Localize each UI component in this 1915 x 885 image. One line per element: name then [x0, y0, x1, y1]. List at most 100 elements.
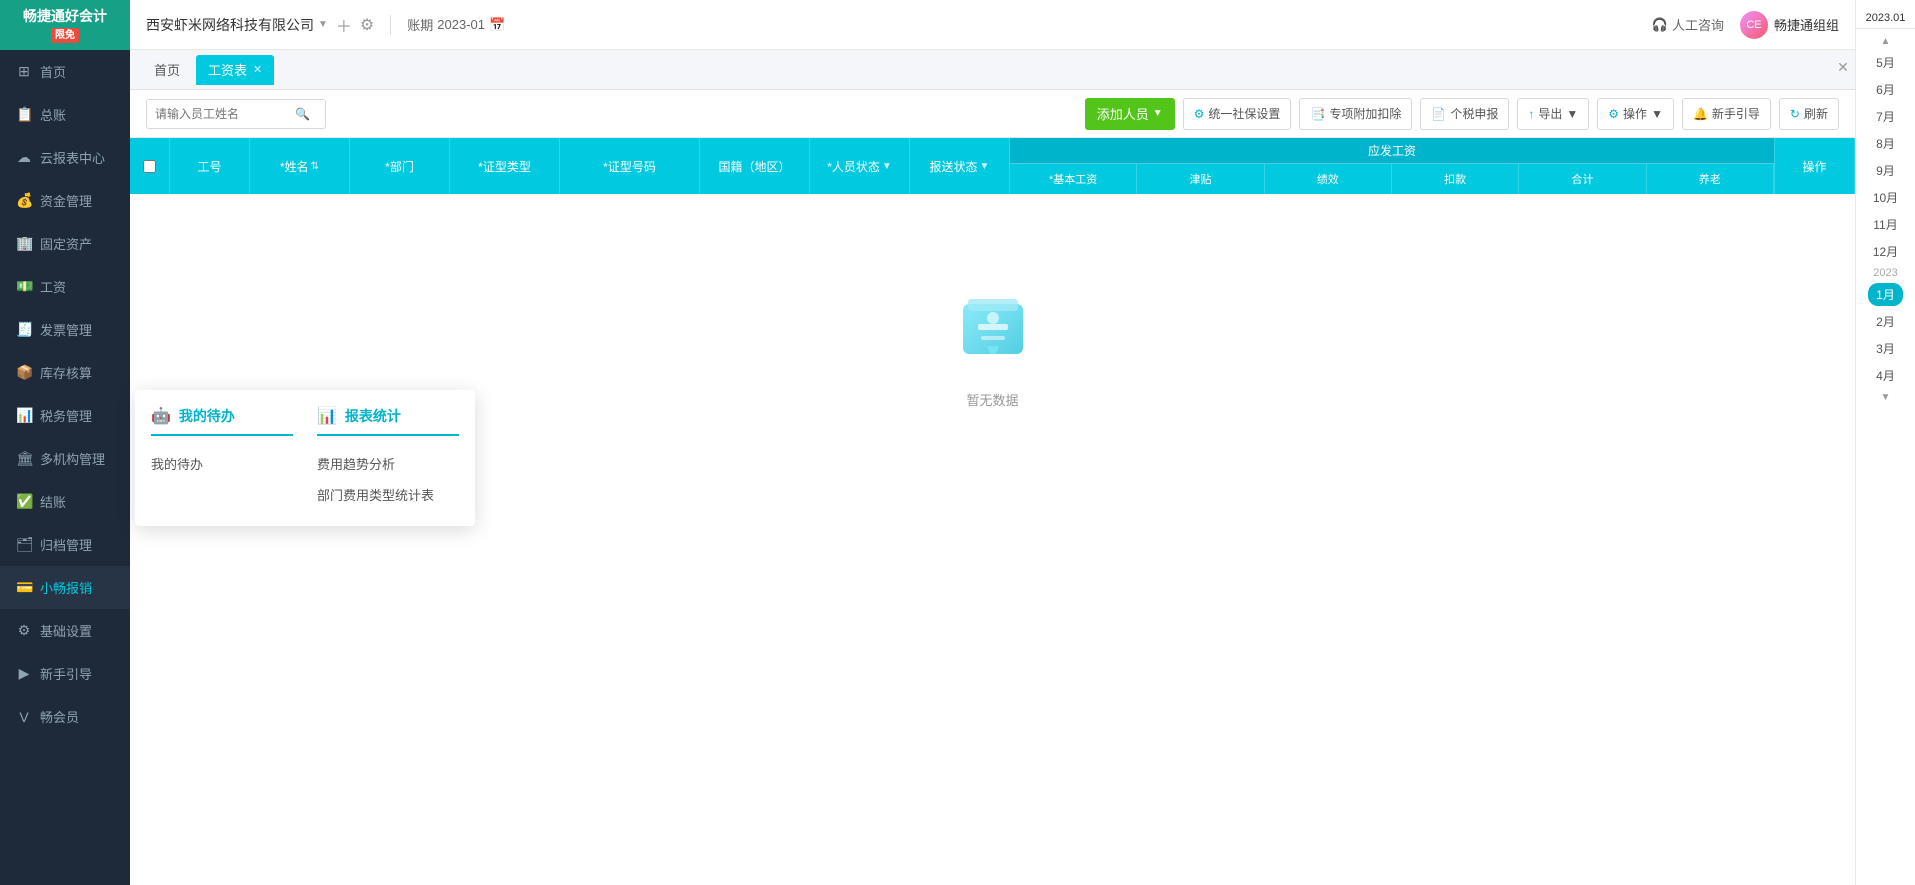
- search-wrap: 🔍: [146, 99, 326, 129]
- expense-icon: 💳: [16, 579, 32, 596]
- table-header: 工号 *姓名 ⇅ *部门 *证型类型 *证型号码 国籍（地区） *人员状态 ▼: [130, 138, 1855, 194]
- th-name: *姓名 ⇅: [250, 138, 350, 194]
- timeline-scroll-up[interactable]: ▲: [1874, 33, 1898, 49]
- tax-report-button[interactable]: 📄 个税申报: [1420, 98, 1509, 130]
- service-button[interactable]: 🎧 人工咨询: [1652, 15, 1724, 34]
- sidebar-item-archive[interactable]: 🗂归档管理: [0, 523, 130, 566]
- timeline-scroll-down[interactable]: ▼: [1874, 389, 1898, 405]
- tab-salary-table[interactable]: 工资表 ✕: [196, 55, 274, 85]
- th-cert-no: *证型号码: [560, 138, 700, 194]
- dropdown-todo-title: 🤖 我的待办: [151, 406, 293, 436]
- select-all-checkbox[interactable]: [143, 160, 156, 173]
- sidebar-label-multi_org: 多机构管理: [40, 449, 105, 468]
- timeline-month-3[interactable]: 3月: [1856, 335, 1915, 362]
- operation-button[interactable]: ⚙ 操作 ▼: [1597, 98, 1674, 130]
- add-company-button[interactable]: ＋: [336, 13, 352, 37]
- special-deduction-button[interactable]: 📑 专项附加扣除: [1299, 98, 1412, 130]
- th-person-status: *人员状态 ▼: [810, 138, 910, 194]
- sidebar-item-expense[interactable]: 💳 小畅报销: [0, 566, 130, 609]
- sidebar-item-member[interactable]: V畅会员: [0, 695, 130, 738]
- timeline-month-6[interactable]: 6月: [1856, 76, 1915, 103]
- topbar-divider: [390, 15, 391, 35]
- th-pension: 养老: [1647, 164, 1774, 194]
- refresh-button[interactable]: ↻ 刷新: [1779, 98, 1839, 130]
- export-button[interactable]: ↑ 导出 ▼: [1517, 98, 1589, 130]
- app-logo: 畅捷通好会计 限免: [0, 0, 130, 50]
- search-input[interactable]: [155, 107, 295, 121]
- tax-report-icon: 📄: [1431, 107, 1446, 121]
- report-icon: 📊: [317, 406, 337, 426]
- sidebar-item-fixed_assets[interactable]: 🏢固定资产: [0, 222, 130, 265]
- inventory-icon: 📦: [16, 364, 32, 381]
- logo-badge: 限免: [51, 28, 79, 43]
- sidebar-label-basic_settings: 基础设置: [40, 621, 92, 640]
- guide-icon: ▶: [16, 665, 32, 682]
- operation-icon: ⚙: [1608, 107, 1619, 121]
- timeline-month-4[interactable]: 4月: [1856, 362, 1915, 389]
- timeline-month-2[interactable]: 2月: [1856, 308, 1915, 335]
- sidebar-label-archive: 归档管理: [40, 535, 92, 554]
- th-report-status: 报送状态 ▼: [910, 138, 1010, 194]
- timeline-month-8[interactable]: 8月: [1856, 130, 1915, 157]
- new-guide-button[interactable]: 🔔 新手引导: [1682, 98, 1771, 130]
- filter-report-status-icon[interactable]: ▼: [980, 161, 990, 172]
- search-icon: 🔍: [295, 107, 310, 121]
- dropdown-my-todo[interactable]: 我的待办: [151, 448, 293, 479]
- timeline-year-header: 2023.01: [1856, 8, 1915, 29]
- username-label: 畅捷通组组: [1774, 15, 1839, 34]
- sidebar-item-guide[interactable]: ▶ 新手引导: [0, 652, 130, 695]
- add-person-button[interactable]: 添加人员 ▼: [1085, 98, 1175, 130]
- sidebar-item-invoice[interactable]: 🧾发票管理: [0, 308, 130, 351]
- timeline-month-7[interactable]: 7月: [1856, 103, 1915, 130]
- expense-dropdown-popup: 🤖 我的待办 我的待办 📊 报表统计 费用趋势分析 部门费用类型统计表: [135, 390, 475, 526]
- sidebar-item-tax[interactable]: 📊 税务管理: [0, 394, 130, 437]
- logo-title: 畅捷通好会计: [23, 7, 107, 25]
- dropdown-expense-trend[interactable]: 费用趋势分析: [317, 448, 459, 479]
- timeline-month-9[interactable]: 9月: [1856, 157, 1915, 184]
- tab-salary-close[interactable]: ✕: [253, 63, 262, 76]
- filter-person-status-icon[interactable]: ▼: [882, 161, 892, 172]
- panel-close-button[interactable]: ✕: [1833, 57, 1853, 77]
- sidebar-item-multi_org[interactable]: 🏛多机构管理: [0, 437, 130, 480]
- timeline-month-11[interactable]: 11月: [1856, 211, 1915, 238]
- sidebar-item-salary[interactable]: 💵工资: [0, 265, 130, 308]
- tax-icon: 📊: [16, 407, 32, 424]
- dropdown-dept-expense[interactable]: 部门费用类型统计表: [317, 479, 459, 510]
- th-empno: 工号: [170, 138, 250, 194]
- topbar: 西安虾米网络科技有限公司 ▼ ＋ ⚙ 账期 2023-01 📅 🎧 人工咨询 C…: [130, 0, 1855, 50]
- service-icon: 🎧: [1652, 17, 1668, 33]
- sidebar-item-cloud_report[interactable]: ☁云报表中心: [0, 136, 130, 179]
- th-subsidy: 津贴: [1137, 164, 1264, 194]
- sidebar-label-salary: 工资: [40, 277, 66, 296]
- social-security-button[interactable]: ⚙ 统一社保设置: [1183, 98, 1292, 130]
- refresh-icon: ↻: [1790, 107, 1800, 121]
- sidebar-label-expense: 小畅报销: [40, 578, 92, 597]
- timeline-month-12[interactable]: 12月: [1856, 238, 1915, 265]
- company-name[interactable]: 西安虾米网络科技有限公司 ▼: [146, 15, 328, 35]
- operation-arrow: ▼: [1651, 107, 1663, 121]
- timeline-month-10[interactable]: 10月: [1856, 184, 1915, 211]
- tab-home[interactable]: 首页: [142, 55, 192, 85]
- company-settings-button[interactable]: ⚙: [360, 15, 374, 35]
- user-menu[interactable]: CE 畅捷通组组: [1740, 11, 1839, 39]
- sidebar-label-member: 畅会员: [40, 707, 79, 726]
- dropdown-col-todo: 🤖 我的待办 我的待办: [151, 406, 293, 510]
- sidebar-item-fund[interactable]: 💰资金管理: [0, 179, 130, 222]
- sidebar-label-ledger: 总账: [40, 105, 66, 124]
- sidebar-label-home: 首页: [40, 62, 66, 81]
- sidebar-label-tax: 税务管理: [40, 406, 92, 425]
- th-salary-subheaders: *基本工资 津贴 绩效 扣款 合计 养老: [1010, 164, 1774, 194]
- sidebar-item-ledger[interactable]: 📋总账: [0, 93, 130, 136]
- th-checkbox[interactable]: [130, 138, 170, 194]
- sidebar-item-home[interactable]: ⊞首页: [0, 50, 130, 93]
- period-display[interactable]: 账期 2023-01 📅: [407, 15, 505, 34]
- tabbar: 首页 工资表 ✕ ✕: [130, 50, 1855, 90]
- timeline-panel: 2023.01 ▲ 5月 6月 7月 8月 9月 10月 11月 12月 202…: [1855, 0, 1915, 885]
- timeline-month-5[interactable]: 5月: [1856, 49, 1915, 76]
- sidebar-item-inventory[interactable]: 📦库存核算: [0, 351, 130, 394]
- th-salary-group-label: 应发工资: [1010, 138, 1774, 164]
- timeline-month-1[interactable]: 1月: [1868, 283, 1903, 306]
- sidebar-item-basic_settings[interactable]: ⚙基础设置: [0, 609, 130, 652]
- sidebar-label-guide: 新手引导: [40, 664, 92, 683]
- sidebar-item-checkout[interactable]: ✅结账: [0, 480, 130, 523]
